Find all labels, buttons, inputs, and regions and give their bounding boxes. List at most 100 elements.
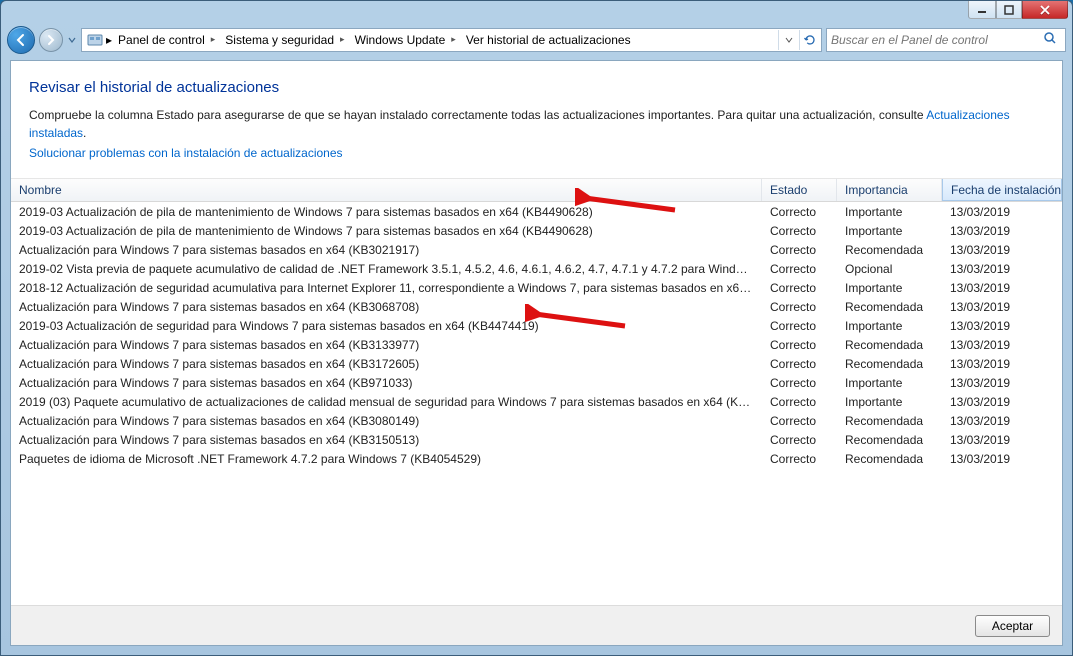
ok-button[interactable]: Aceptar: [975, 615, 1050, 637]
cell-name: 2019 (03) Paquete acumulativo de actuali…: [11, 395, 762, 409]
window: ▸ Panel de control ▸ Sistema y seguridad ▸…: [0, 0, 1073, 656]
cell-status: Correcto: [762, 433, 837, 447]
cell-name: Paquetes de idioma de Microsoft .NET Fra…: [11, 452, 762, 466]
close-button[interactable]: [1022, 1, 1068, 19]
cell-date: 13/03/2019: [942, 376, 1062, 390]
table-row[interactable]: Actualización para Windows 7 para sistem…: [11, 411, 1062, 430]
cell-date: 13/03/2019: [942, 414, 1062, 428]
cell-status: Correcto: [762, 376, 837, 390]
cell-date: 13/03/2019: [942, 300, 1062, 314]
table-header: Nombre Estado Importancia Fecha de insta…: [11, 178, 1062, 202]
search-box[interactable]: [826, 28, 1066, 52]
cell-name: 2019-03 Actualización de pila de manteni…: [11, 224, 762, 238]
table-row[interactable]: Paquetes de idioma de Microsoft .NET Fra…: [11, 449, 1062, 468]
cell-name: Actualización para Windows 7 para sistem…: [11, 300, 762, 314]
cell-date: 13/03/2019: [942, 357, 1062, 371]
cell-name: Actualización para Windows 7 para sistem…: [11, 357, 762, 371]
cell-date: 13/03/2019: [942, 224, 1062, 238]
breadcrumb-label: Windows Update: [355, 33, 446, 47]
cell-date: 13/03/2019: [942, 452, 1062, 466]
cell-importance: Importante: [837, 319, 942, 333]
address-dropdown-button[interactable]: [778, 30, 798, 50]
breadcrumb-item[interactable]: Ver historial de actualizaciones: [462, 33, 635, 47]
troubleshoot-link[interactable]: Solucionar problemas con la instalación …: [29, 146, 343, 160]
breadcrumb-label: Ver historial de actualizaciones: [466, 33, 631, 47]
cell-importance: Importante: [837, 205, 942, 219]
cell-status: Correcto: [762, 338, 837, 352]
breadcrumb-label: Panel de control: [118, 33, 205, 47]
cell-date: 13/03/2019: [942, 243, 1062, 257]
maximize-button[interactable]: [996, 1, 1022, 19]
cell-name: Actualización para Windows 7 para sistem…: [11, 414, 762, 428]
cell-date: 13/03/2019: [942, 433, 1062, 447]
cell-status: Correcto: [762, 243, 837, 257]
nav-bar: ▸ Panel de control ▸ Sistema y seguridad ▸…: [1, 23, 1072, 56]
page-title: Revisar el historial de actualizaciones: [29, 79, 1044, 96]
table-body[interactable]: 2019-03 Actualización de pila de manteni…: [11, 202, 1062, 605]
cell-name: Actualización para Windows 7 para sistem…: [11, 338, 762, 352]
chevron-right-icon: ▸: [340, 34, 345, 45]
cell-date: 13/03/2019: [942, 205, 1062, 219]
cell-status: Correcto: [762, 281, 837, 295]
column-date[interactable]: Fecha de instalación: [942, 179, 1062, 201]
page-description: Compruebe la columna Estado para asegura…: [29, 106, 1044, 142]
table-row[interactable]: 2019-03 Actualización de pila de manteni…: [11, 221, 1062, 240]
table-row[interactable]: Actualización para Windows 7 para sistem…: [11, 335, 1062, 354]
cell-status: Correcto: [762, 414, 837, 428]
table-row[interactable]: Actualización para Windows 7 para sistem…: [11, 240, 1062, 259]
titlebar: [1, 1, 1072, 23]
cell-name: 2019-02 Vista previa de paquete acumulat…: [11, 262, 762, 276]
control-panel-icon: [86, 31, 104, 49]
cell-importance: Recomendada: [837, 452, 942, 466]
cell-date: 13/03/2019: [942, 262, 1062, 276]
table-row[interactable]: Actualización para Windows 7 para sistem…: [11, 373, 1062, 392]
column-name[interactable]: Nombre: [11, 179, 762, 201]
cell-name: 2019-03 Actualización de seguridad para …: [11, 319, 762, 333]
back-button[interactable]: [7, 26, 35, 54]
cell-name: Actualización para Windows 7 para sistem…: [11, 376, 762, 390]
table-row[interactable]: 2019-03 Actualización de pila de manteni…: [11, 202, 1062, 221]
cell-date: 13/03/2019: [942, 281, 1062, 295]
cell-status: Correcto: [762, 395, 837, 409]
cell-importance: Recomendada: [837, 433, 942, 447]
updates-table: Nombre Estado Importancia Fecha de insta…: [11, 178, 1062, 605]
cell-importance: Opcional: [837, 262, 942, 276]
cell-status: Correcto: [762, 262, 837, 276]
table-row[interactable]: 2019-02 Vista previa de paquete acumulat…: [11, 259, 1062, 278]
history-dropdown-icon[interactable]: [67, 33, 77, 47]
minimize-button[interactable]: [968, 1, 996, 19]
forward-button[interactable]: [39, 28, 63, 52]
cell-status: Correcto: [762, 319, 837, 333]
description-text: Compruebe la columna Estado para asegura…: [29, 108, 926, 122]
breadcrumb-item[interactable]: Sistema y seguridad ▸: [221, 33, 348, 47]
column-status[interactable]: Estado: [762, 179, 837, 201]
breadcrumb-item[interactable]: Windows Update ▸: [351, 33, 460, 47]
cell-name: Actualización para Windows 7 para sistem…: [11, 433, 762, 447]
cell-importance: Importante: [837, 281, 942, 295]
cell-status: Correcto: [762, 357, 837, 371]
cell-date: 13/03/2019: [942, 338, 1062, 352]
cell-importance: Recomendada: [837, 414, 942, 428]
column-importance[interactable]: Importancia: [837, 179, 942, 201]
breadcrumb-item[interactable]: Panel de control ▸: [114, 33, 219, 47]
cell-importance: Recomendada: [837, 338, 942, 352]
search-input[interactable]: [831, 33, 1043, 47]
table-row[interactable]: 2018-12 Actualización de seguridad acumu…: [11, 278, 1062, 297]
cell-importance: Importante: [837, 395, 942, 409]
breadcrumb-label: Sistema y seguridad: [225, 33, 334, 47]
chevron-right-icon: ▸: [211, 34, 216, 45]
search-icon: [1043, 31, 1061, 48]
cell-date: 13/03/2019: [942, 395, 1062, 409]
cell-importance: Recomendada: [837, 357, 942, 371]
table-row[interactable]: 2019 (03) Paquete acumulativo de actuali…: [11, 392, 1062, 411]
table-row[interactable]: 2019-03 Actualización de seguridad para …: [11, 316, 1062, 335]
cell-name: 2018-12 Actualización de seguridad acumu…: [11, 281, 762, 295]
chevron-right-icon: ▸: [106, 33, 112, 47]
chevron-right-icon: ▸: [451, 34, 456, 45]
table-row[interactable]: Actualización para Windows 7 para sistem…: [11, 354, 1062, 373]
address-bar[interactable]: ▸ Panel de control ▸ Sistema y seguridad ▸…: [81, 28, 822, 52]
description-text: .: [83, 126, 86, 140]
table-row[interactable]: Actualización para Windows 7 para sistem…: [11, 297, 1062, 316]
table-row[interactable]: Actualización para Windows 7 para sistem…: [11, 430, 1062, 449]
refresh-button[interactable]: [799, 30, 819, 50]
